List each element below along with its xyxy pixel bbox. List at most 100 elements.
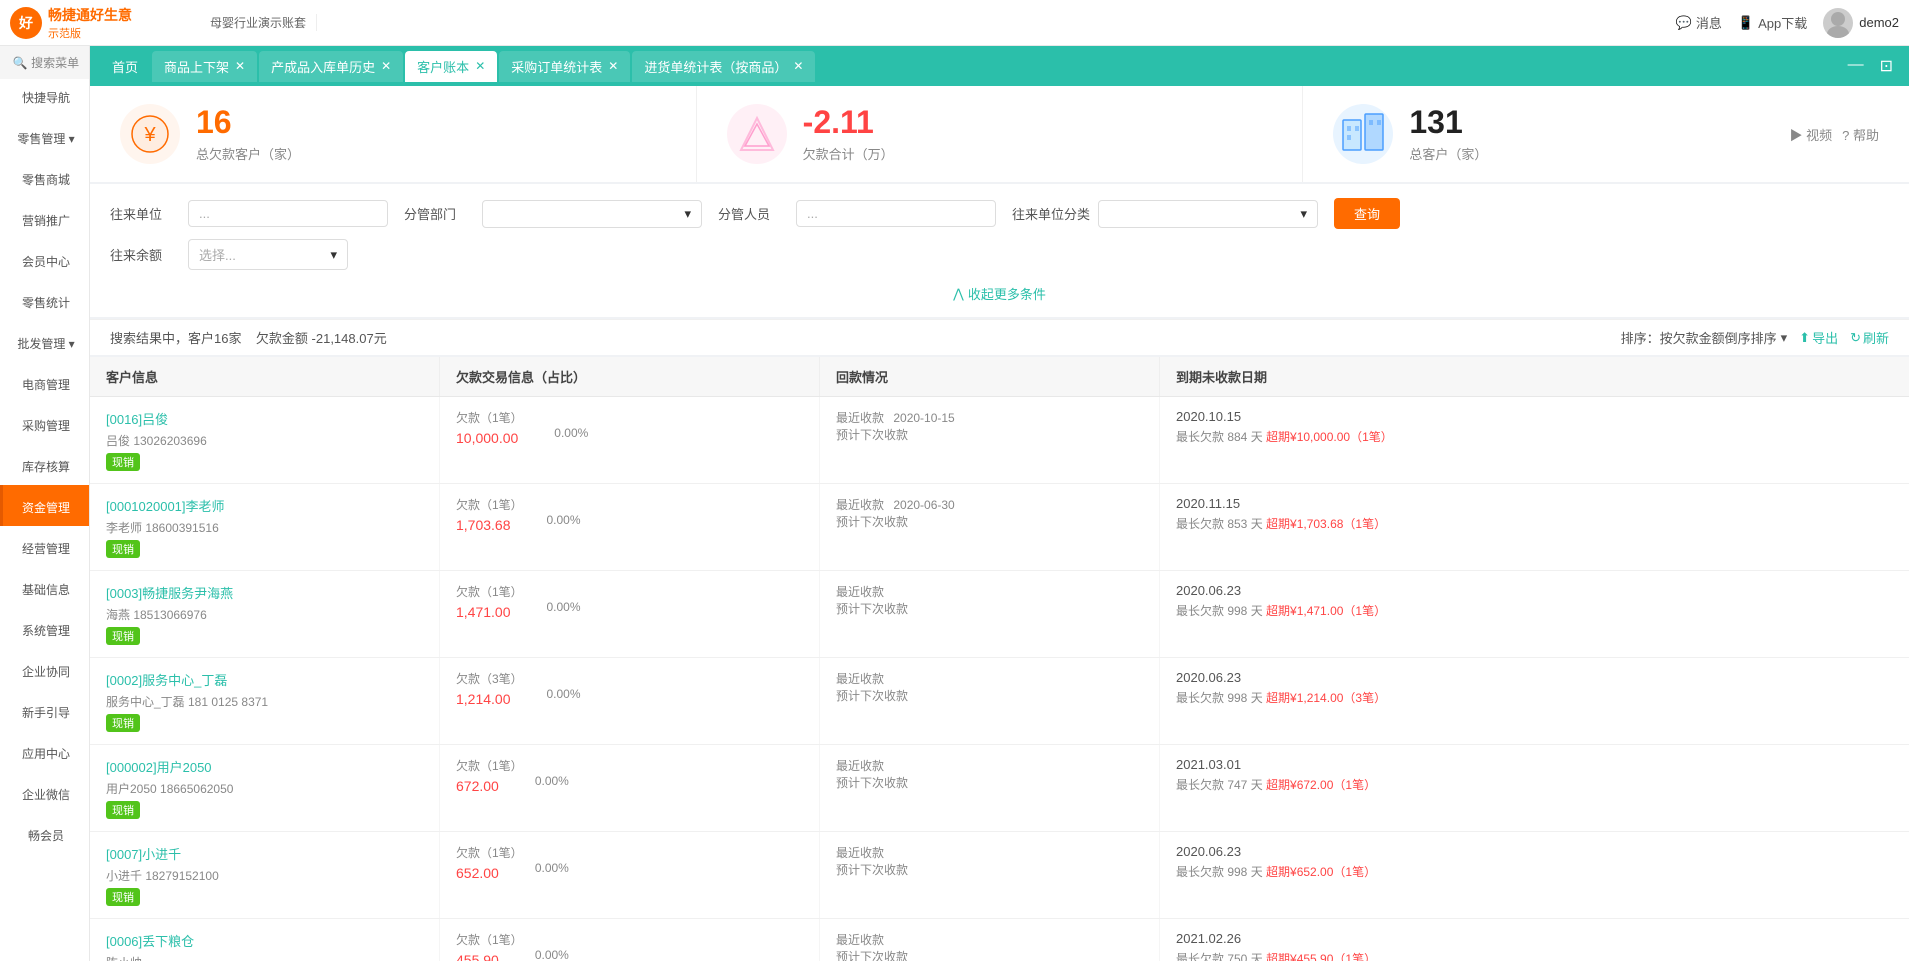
sidebar-item-batch-mgmt[interactable]: 批发管理 ▾ xyxy=(0,321,89,362)
customer-name-link[interactable]: [0001020001]李老师 xyxy=(106,496,423,515)
tab-purchase-stats[interactable]: 进货单统计表（按商品） ✕ xyxy=(632,51,815,82)
sidebar-item-biz-mgmt[interactable]: 经营管理 xyxy=(0,526,89,567)
overdue-cell-6: 2020.06.23 最长欠款 998 天 超期¥652.00（1笔） xyxy=(1160,832,1909,918)
sidebar-item-vip[interactable]: 畅会员 xyxy=(0,813,89,854)
logo-text: 畅捷通好生意 xyxy=(48,5,132,25)
customer-name-link[interactable]: [0003]畅捷服务尹海燕 xyxy=(106,583,423,602)
last-payment: 最近收款 xyxy=(836,844,1143,861)
sidebar-item-label: 电商管理 xyxy=(7,376,85,393)
tab-product-history[interactable]: 产成品入库单历史 ✕ xyxy=(259,51,403,82)
tab-minimize-btn[interactable]: — xyxy=(1842,54,1870,78)
debt-amount: 652.00 xyxy=(456,865,499,881)
stat-icon-total xyxy=(1333,104,1393,164)
app-download-btn[interactable]: 📱 App下载 xyxy=(1738,13,1807,32)
sidebar-item-marketing[interactable]: 营销推广 xyxy=(0,198,89,239)
tab-close-icon[interactable]: ✕ xyxy=(381,59,391,73)
tab-label: 进货单统计表（按商品） xyxy=(644,57,787,76)
last-payment: 最近收款 xyxy=(836,670,1143,687)
sidebar-item-ecommerce[interactable]: 电商管理 xyxy=(0,362,89,403)
overdue-link[interactable]: 超期¥652.00（1笔） xyxy=(1266,865,1376,879)
customer-name-link[interactable]: [0016]吕俊 xyxy=(106,409,423,428)
sidebar-item-guide[interactable]: 新手引导 xyxy=(0,690,89,731)
table-header: 客户信息 欠款交易信息（占比） 回款情况 到期未收款日期 xyxy=(90,357,1909,397)
tab-close-icon[interactable]: ✕ xyxy=(608,59,618,73)
message-btn[interactable]: 💬 消息 xyxy=(1676,13,1722,32)
overdue-link[interactable]: 超期¥1,214.00（3笔） xyxy=(1266,691,1386,705)
debt-cell-5: 欠款（1笔） 672.00 0.00% xyxy=(440,745,820,831)
customer-cell-4: [0002]服务中心_丁磊 服务中心_丁磊 181 0125 8371 现销 xyxy=(90,658,440,744)
person-input[interactable]: ... xyxy=(796,200,996,227)
sidebar-item-retail-mall[interactable]: 零售商城 xyxy=(0,157,89,198)
tab-maximize-btn[interactable]: ⊡ xyxy=(1874,54,1899,78)
app-download-label: App下载 xyxy=(1758,13,1807,32)
customer-name-link[interactable]: [0007]小进千 xyxy=(106,844,423,863)
overdue-link[interactable]: 超期¥1,703.68（1笔） xyxy=(1266,517,1386,531)
dept-arrow: ▾ xyxy=(684,206,691,222)
collapse-filter-btn[interactable]: ⋀ 收起更多条件 xyxy=(110,280,1889,311)
sort-arrow-icon: ▾ xyxy=(1781,330,1788,346)
filter-unit-cat-label: 往来单位分类 xyxy=(1012,204,1090,223)
tab-product-onoff[interactable]: 商品上下架 ✕ xyxy=(152,51,257,82)
search-menu[interactable]: 🔍 搜索菜单 xyxy=(0,46,89,79)
person-dots: ... xyxy=(807,206,818,221)
tab-home[interactable]: 首页 xyxy=(100,51,150,82)
tab-purchase-order[interactable]: 采购订单统计表 ✕ xyxy=(499,51,630,82)
filter-row-2: 往来余额 选择... ▾ xyxy=(110,239,1889,270)
table-row: [000002]用户2050 用户2050 18665062050 现销 欠款（… xyxy=(90,745,1909,832)
unit-cat-input[interactable]: ▾ xyxy=(1098,200,1318,228)
balance-select[interactable]: 选择... ▾ xyxy=(188,239,348,270)
tab-label: 产成品入库单历史 xyxy=(271,57,375,76)
recovery-cell-7: 最近收款 预计下次收款 xyxy=(820,919,1160,961)
due-date: 2020.06.23 xyxy=(1176,844,1893,859)
next-payment: 预计下次收款 xyxy=(836,687,1143,704)
sidebar-item-inventory[interactable]: 库存核算 xyxy=(0,444,89,485)
sidebar-item-label: 零售商城 xyxy=(7,171,85,188)
tab-close-icon[interactable]: ✕ xyxy=(475,59,485,73)
export-btn[interactable]: ⬆ 导出 xyxy=(1799,328,1838,347)
sidebar-item-app-center[interactable]: 应用中心 xyxy=(0,731,89,772)
col-header-debt: 欠款交易信息（占比） xyxy=(440,357,820,396)
sidebar-item-corp-wx[interactable]: 企业微信 xyxy=(0,772,89,813)
sidebar-item-member[interactable]: 会员中心 xyxy=(0,239,89,280)
tab-close-icon[interactable]: ✕ xyxy=(793,59,803,73)
filter-source-unit-label: 往来单位 xyxy=(110,204,180,223)
sidebar-item-enterprise[interactable]: 企业协同 xyxy=(0,649,89,690)
customer-contact: 陈小帅 xyxy=(106,954,423,961)
main-layout: 🔍 搜索菜单 快捷导航 零售管理 ▾ 零售商城 营销推广 会员中心 零售统计 xyxy=(0,46,1909,961)
next-payment: 预计下次收款 xyxy=(836,948,1143,961)
tab-customer-account[interactable]: 客户账本 ✕ xyxy=(405,51,497,82)
dept-input[interactable]: ▾ xyxy=(482,200,702,228)
source-unit-input[interactable]: ... xyxy=(188,200,388,227)
sidebar-item-retail-stats[interactable]: 零售统计 xyxy=(0,280,89,321)
customer-contact: 用户2050 18665062050 xyxy=(106,780,423,797)
customer-name-link[interactable]: [0002]服务中心_丁磊 xyxy=(106,670,423,689)
debt-amount: 10,000.00 xyxy=(456,430,518,446)
app-icon: 📱 xyxy=(1738,15,1754,31)
sidebar-item-finance[interactable]: 资金管理 xyxy=(0,485,89,526)
overdue-link[interactable]: 超期¥10,000.00（1笔） xyxy=(1266,430,1393,444)
search-button[interactable]: 查询 xyxy=(1334,198,1400,229)
summary-text: 搜索结果中，客户16家 xyxy=(110,331,241,346)
tab-close-icon[interactable]: ✕ xyxy=(235,59,245,73)
quick-nav[interactable]: 快捷导航 xyxy=(0,79,89,116)
overdue-link[interactable]: 超期¥672.00（1笔） xyxy=(1266,778,1376,792)
refresh-btn[interactable]: ↻ 刷新 xyxy=(1850,328,1889,347)
debt-amount: 1,471.00 xyxy=(456,604,511,620)
sidebar-item-retail-mgmt[interactable]: 零售管理 ▾ xyxy=(0,116,89,157)
customer-badge: 现销 xyxy=(106,888,140,906)
help-icon: ? xyxy=(1842,128,1849,143)
sidebar-item-system[interactable]: 系统管理 xyxy=(0,608,89,649)
sidebar-item-purchase[interactable]: 采购管理 xyxy=(0,403,89,444)
view-video-btn[interactable]: ▶ 视频 xyxy=(1789,125,1832,144)
customer-name-link[interactable]: [0006]丢下粮仓 xyxy=(106,931,423,950)
customer-name-link[interactable]: [000002]用户2050 xyxy=(106,757,423,776)
user-menu[interactable]: demo2 xyxy=(1823,8,1899,38)
sidebar-item-basic-info[interactable]: 基础信息 xyxy=(0,567,89,608)
sort-select[interactable]: 排序：按欠款金额倒序排序 ▾ xyxy=(1621,328,1788,347)
overdue-link[interactable]: 超期¥1,471.00（1笔） xyxy=(1266,604,1386,618)
stat-label: 欠款合计（万） xyxy=(803,144,894,163)
view-help-btn[interactable]: ? 帮助 xyxy=(1842,125,1879,144)
overdue-link[interactable]: 超期¥455.90（1笔） xyxy=(1266,952,1376,961)
overdue-days: 最长欠款 998 天 超期¥1,214.00（3笔） xyxy=(1176,689,1893,706)
debt-pct: 0.00% xyxy=(535,861,569,875)
